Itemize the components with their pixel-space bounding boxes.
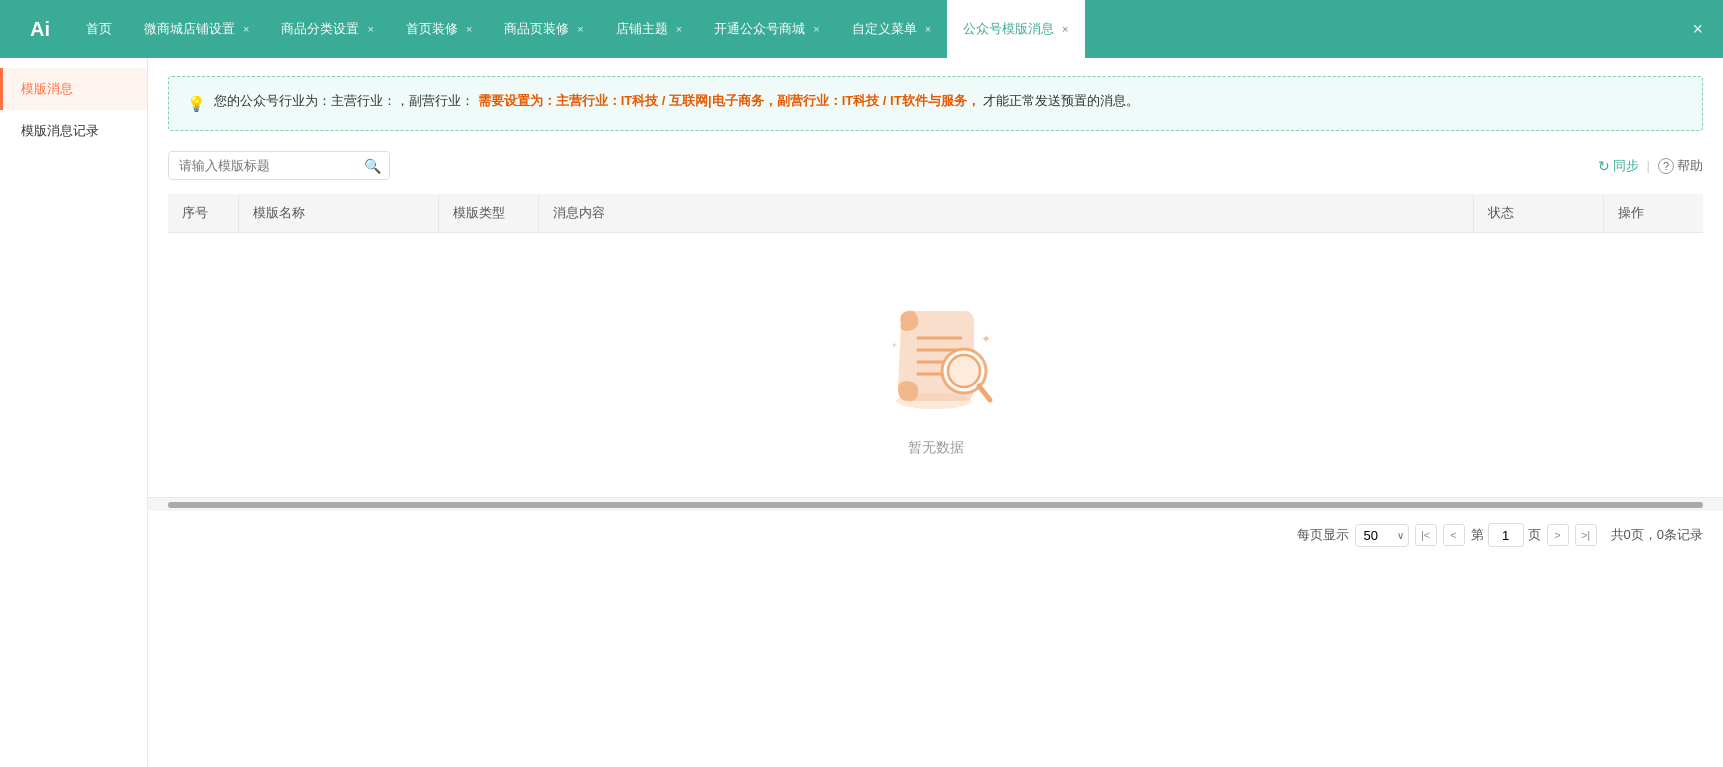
col-action: 操作 — [1603, 194, 1703, 233]
help-circle-icon: ? — [1658, 158, 1674, 174]
last-page-button[interactable]: >| — [1575, 524, 1597, 546]
tab-close-icon[interactable]: × — [1062, 23, 1068, 35]
notice-banner: 💡 您的公众号行业为：主营行业：，副营行业： 需要设置为：主营行业：IT科技 /… — [168, 76, 1703, 131]
col-index: 序号 — [168, 194, 238, 233]
close-all-button[interactable]: × — [1682, 19, 1713, 40]
total-label: 共0页，0条记录 — [1611, 526, 1703, 544]
tab-product-decoration[interactable]: 商品页装修 × — [488, 0, 599, 58]
col-name: 模版名称 — [238, 194, 438, 233]
notice-highlight: 需要设置为：主营行业：IT科技 / 互联网|电子商务，副营行业：IT科技 / I… — [478, 93, 980, 108]
table-header-row: 序号 模版名称 模版类型 消息内容 状态 操作 — [168, 194, 1703, 233]
per-page-wrap: 50 20 100 — [1355, 524, 1409, 547]
search-right: ↻ 同步 | ? 帮助 — [1598, 157, 1703, 175]
pagination: 每页显示 50 20 100 |< < 第 页 > >| 共0页，0条记录 — [168, 511, 1703, 547]
refresh-icon: ↻ — [1598, 158, 1610, 174]
col-status: 状态 — [1473, 194, 1603, 233]
top-nav: Ai 首页 微商城店铺设置 × 商品分类设置 × 首页装修 × 商品页装修 × … — [0, 0, 1723, 58]
search-left: 🔍 — [168, 151, 390, 180]
tab-close-icon[interactable]: × — [577, 23, 583, 35]
per-page-select[interactable]: 50 20 100 — [1355, 524, 1409, 547]
page-input-wrap: 第 页 — [1471, 523, 1541, 547]
empty-illustration: ✦ ✦ — [866, 293, 1006, 423]
scrollbar-area[interactable] — [148, 497, 1723, 511]
table-body: ✦ ✦ 暂无数据 — [168, 233, 1703, 498]
empty-text: 暂无数据 — [908, 439, 964, 457]
bulb-icon: 💡 — [187, 92, 206, 116]
tab-open-mall[interactable]: 开通公众号商城 × — [698, 0, 835, 58]
page-label: 第 — [1471, 526, 1484, 544]
help-button[interactable]: ? 帮助 — [1658, 157, 1703, 175]
tab-close-icon[interactable]: × — [925, 23, 931, 35]
tab-close-icon[interactable]: × — [243, 23, 249, 35]
sidebar: 模版消息 模版消息记录 — [0, 58, 148, 767]
tab-close-icon[interactable]: × — [676, 23, 682, 35]
svg-text:✦: ✦ — [981, 332, 991, 346]
search-input[interactable] — [169, 152, 389, 179]
sync-button[interactable]: ↻ 同步 — [1598, 157, 1639, 175]
scrollbar-track[interactable] — [168, 502, 1703, 508]
per-page-label: 每页显示 — [1297, 526, 1349, 544]
page-unit: 页 — [1528, 526, 1541, 544]
nav-tabs: 首页 微商城店铺设置 × 商品分类设置 × 首页装修 × 商品页装修 × 店铺主… — [70, 0, 1682, 58]
page-input[interactable] — [1488, 523, 1524, 547]
col-content: 消息内容 — [538, 194, 1473, 233]
divider: | — [1647, 158, 1650, 173]
tab-home-decoration[interactable]: 首页装修 × — [390, 0, 488, 58]
sidebar-item-template-message[interactable]: 模版消息 — [0, 68, 147, 110]
next-page-button[interactable]: > — [1547, 524, 1569, 546]
tab-close-icon[interactable]: × — [466, 23, 472, 35]
empty-state: ✦ ✦ 暂无数据 — [168, 233, 1703, 497]
scrollbar-thumb[interactable] — [168, 502, 1703, 508]
search-bar: 🔍 ↻ 同步 | ? 帮助 — [168, 151, 1703, 180]
app-logo: Ai — [10, 0, 70, 58]
notice-text: 您的公众号行业为：主营行业：，副营行业： 需要设置为：主营行业：IT科技 / 互… — [214, 91, 1139, 112]
tab-custom-menu[interactable]: 自定义菜单 × — [836, 0, 947, 58]
tab-store-theme[interactable]: 店铺主题 × — [600, 0, 698, 58]
main-layout: 模版消息 模版消息记录 💡 您的公众号行业为：主营行业：，副营行业： 需要设置为… — [0, 58, 1723, 767]
sidebar-item-template-record[interactable]: 模版消息记录 — [0, 110, 147, 152]
svg-line-8 — [979, 386, 990, 400]
content-area: 💡 您的公众号行业为：主营行业：，副营行业： 需要设置为：主营行业：IT科技 /… — [148, 58, 1723, 767]
tab-shop-settings[interactable]: 微商城店铺设置 × — [128, 0, 265, 58]
tab-category-settings[interactable]: 商品分类设置 × — [265, 0, 389, 58]
first-page-button[interactable]: |< — [1415, 524, 1437, 546]
prev-page-button[interactable]: < — [1443, 524, 1465, 546]
tab-template-message[interactable]: 公众号模版消息 × — [947, 0, 1084, 58]
tab-close-icon[interactable]: × — [367, 23, 373, 35]
search-input-wrap: 🔍 — [168, 151, 390, 180]
data-table: 序号 模版名称 模版类型 消息内容 状态 操作 — [168, 194, 1703, 497]
tab-home[interactable]: 首页 — [70, 0, 128, 58]
col-type: 模版类型 — [438, 194, 538, 233]
search-icon[interactable]: 🔍 — [364, 158, 381, 174]
svg-text:✦: ✦ — [891, 341, 898, 350]
empty-row: ✦ ✦ 暂无数据 — [168, 233, 1703, 498]
tab-close-icon[interactable]: × — [813, 23, 819, 35]
